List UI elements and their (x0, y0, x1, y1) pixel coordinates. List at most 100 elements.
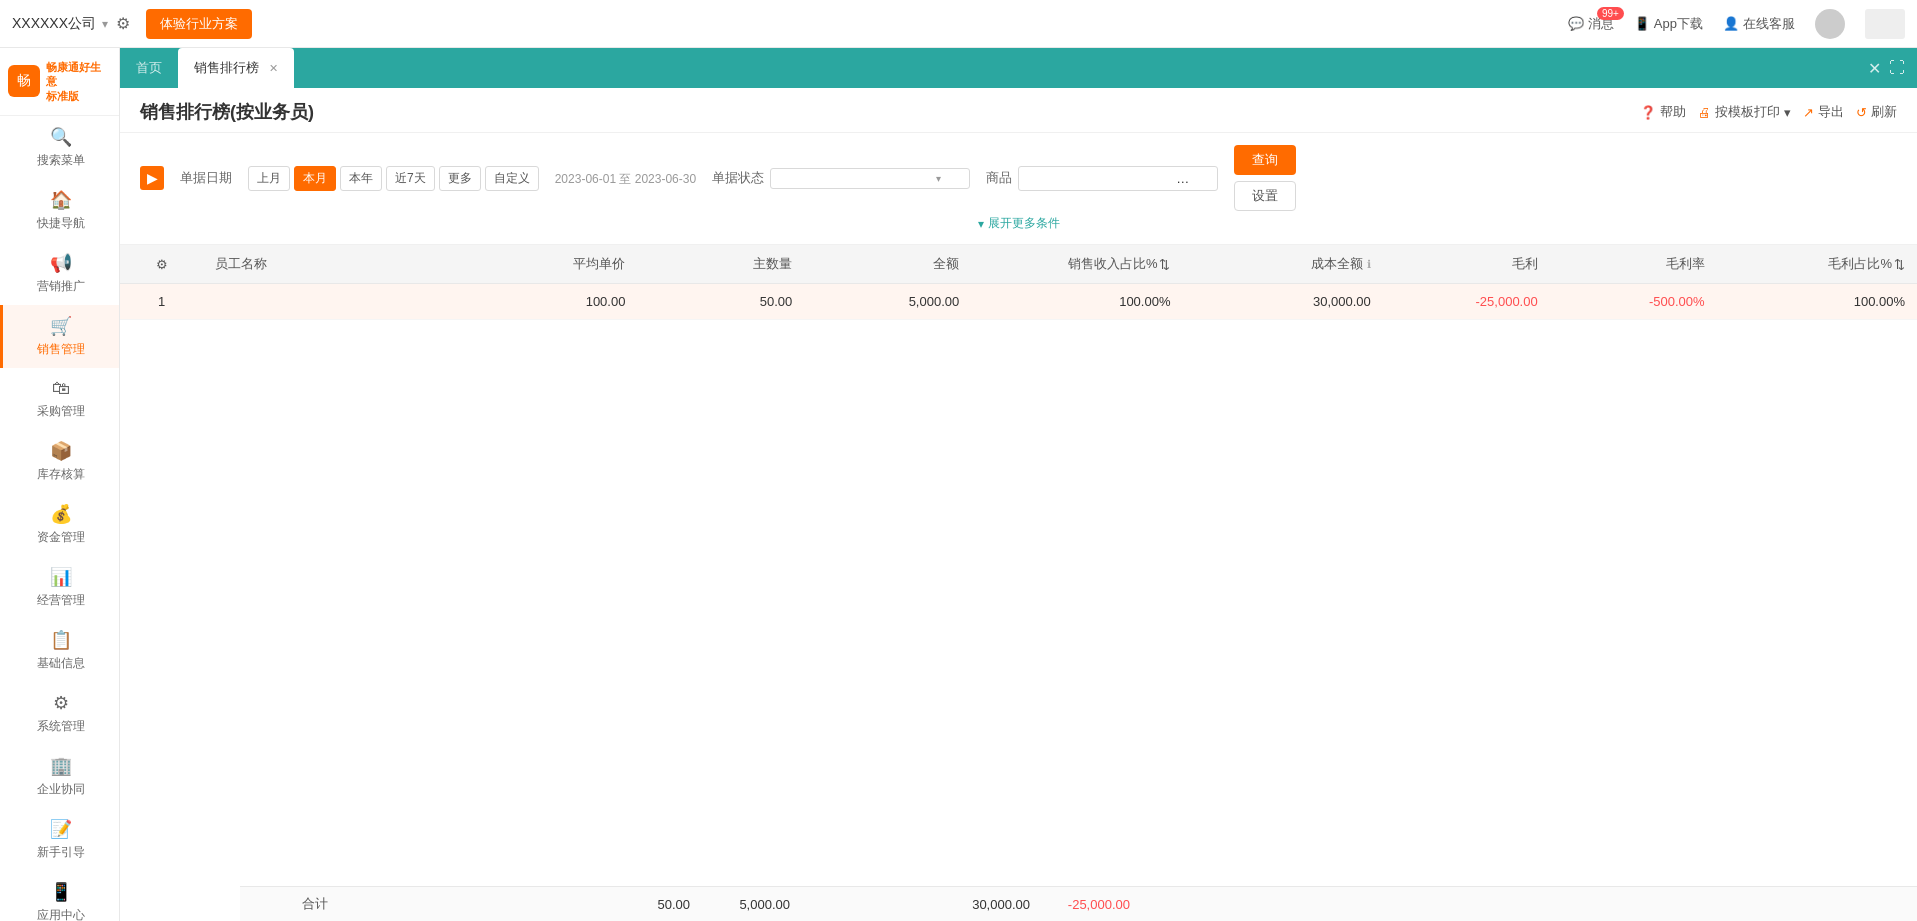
tab-maximize-button[interactable]: ⛶ (1889, 59, 1905, 77)
refresh-button[interactable]: ↺ 刷新 (1856, 103, 1897, 121)
sort-icon: ⇅ (1159, 257, 1170, 272)
page-header: 销售排行榜(按业务员) ❓ 帮助 🖨 按模板打印 ▾ ↗ 导出 (120, 88, 1917, 133)
goods-select[interactable]: … (1018, 166, 1218, 191)
tab-close-icon[interactable]: ✕ (269, 62, 278, 75)
status-label: 单据状态 (712, 169, 764, 187)
expand-more-button[interactable]: ▾ 展开更多条件 (140, 211, 1897, 236)
basicinfo-icon: 📋 (50, 629, 72, 651)
date-btn-custom[interactable]: 自定义 (485, 166, 539, 191)
footer-cost: 30,000.00 (922, 897, 1042, 912)
guide-icon: 📝 (50, 818, 72, 840)
operations-icon: 📊 (50, 566, 72, 588)
logo-icon: 畅 (8, 65, 40, 97)
tab-close-button[interactable]: ✕ (1868, 59, 1881, 78)
settings-button[interactable]: 设置 (1234, 181, 1296, 211)
sales-pct-sort[interactable]: 销售收入占比% ⇅ (1068, 255, 1171, 273)
home-icon: 🏠 (50, 189, 72, 211)
cost-info-icon[interactable]: ℹ (1367, 258, 1371, 270)
refresh-icon: ↺ (1856, 105, 1867, 120)
page-actions: ❓ 帮助 🖨 按模板打印 ▾ ↗ 导出 ↺ 刷新 (1640, 103, 1897, 121)
content-area: 首页 销售排行榜 ✕ ✕ ⛶ 销售排行榜(按业务员) ❓ 帮助 (120, 48, 1917, 921)
app-download-label: App下载 (1654, 15, 1703, 33)
goods-filter: 商品 … (986, 166, 1218, 191)
tab-sales-ranking[interactable]: 销售排行榜 ✕ (178, 48, 294, 88)
th-sales-pct: 销售收入占比% ⇅ (971, 245, 1182, 284)
table-footer: 合计 50.00 5,000.00 30,000.00 -25,000.00 (240, 886, 1917, 921)
sidebar-item-finance[interactable]: 💰 资金管理 (0, 493, 119, 556)
print-icon: 🖨 (1698, 105, 1711, 120)
sidebar-item-quicknav[interactable]: 🏠 快捷导航 (0, 179, 119, 242)
sidebar-item-label: 快捷导航 (37, 215, 85, 232)
settings-icon[interactable]: ⚙ (116, 14, 130, 33)
sidebar-item-label: 新手引导 (37, 844, 85, 861)
marketing-icon: 📢 (50, 252, 72, 274)
query-action-group: 查询 设置 (1234, 145, 1296, 211)
sidebar-item-inventory[interactable]: 📦 库存核算 (0, 430, 119, 493)
th-gross: 毛利 (1383, 245, 1550, 284)
online-service-item[interactable]: 👤 在线客服 (1723, 15, 1795, 33)
company-selector[interactable]: XXXXXX公司 ▾ (12, 15, 108, 33)
app-download-item[interactable]: 📱 App下载 (1634, 15, 1703, 33)
tab-home-label: 首页 (136, 59, 162, 77)
print-button[interactable]: 🖨 按模板打印 ▾ (1698, 103, 1791, 121)
sidebar-item-marketing[interactable]: 📢 营销推广 (0, 242, 119, 305)
finance-icon: 💰 (50, 503, 72, 525)
sidebar-item-operations[interactable]: 📊 经营管理 (0, 556, 119, 619)
cell-sales-pct: 100.00% (971, 284, 1182, 320)
sidebar-item-label: 营销推广 (37, 278, 85, 295)
print-chevron-icon: ▾ (1784, 105, 1791, 120)
sales-table: ⚙ 员工名称 平均单价 主数量 全额 销售收入占比% ⇅ (120, 245, 1917, 320)
sidebar-item-sales[interactable]: 🛒 销售管理 (0, 305, 119, 368)
cell-gross-pct: 100.00% (1717, 284, 1917, 320)
footer-qty: 50.00 (602, 897, 702, 912)
sidebar-logo: 畅 畅康通好生意 标准版 (0, 48, 119, 116)
date-btn-this-month[interactable]: 本月 (294, 166, 336, 191)
cell-qty: 50.00 (637, 284, 804, 320)
cell-cost: 30,000.00 (1182, 284, 1382, 320)
system-icon: ⚙ (53, 692, 69, 714)
sidebar-item-system[interactable]: ⚙ 系统管理 (0, 682, 119, 745)
sidebar-item-appcenter[interactable]: 📱 应用中心 (0, 871, 119, 921)
date-btn-7days[interactable]: 近7天 (386, 166, 435, 191)
sidebar-item-label: 搜索菜单 (37, 152, 85, 169)
sidebar-item-guide[interactable]: 📝 新手引导 (0, 808, 119, 871)
sidebar-item-enterprise[interactable]: 🏢 企业协同 (0, 745, 119, 808)
appcenter-icon: 📱 (50, 881, 72, 903)
th-settings[interactable]: ⚙ (120, 245, 203, 284)
th-name: 员工名称 (203, 245, 470, 284)
table-header-row: ⚙ 员工名称 平均单价 主数量 全额 销售收入占比% ⇅ (120, 245, 1917, 284)
status-select[interactable]: ▾ (770, 168, 970, 189)
message-item[interactable]: 💬 消息 99+ (1568, 15, 1614, 33)
company-name: XXXXXX公司 (12, 15, 96, 33)
date-btn-more[interactable]: 更多 (439, 166, 481, 191)
avatar[interactable] (1815, 9, 1845, 39)
date-btn-last-month[interactable]: 上月 (248, 166, 290, 191)
online-service-label: 在线客服 (1743, 15, 1795, 33)
help-label: 帮助 (1660, 103, 1686, 121)
th-avg-price: 平均单价 (471, 245, 638, 284)
cell-name (203, 284, 470, 320)
user-name-area[interactable] (1865, 9, 1905, 39)
sidebar-item-purchase[interactable]: 🛍 采购管理 (0, 368, 119, 430)
export-label: 导出 (1818, 103, 1844, 121)
trial-button[interactable]: 体验行业方案 (146, 9, 252, 39)
sidebar-item-basicinfo[interactable]: 📋 基础信息 (0, 619, 119, 682)
gross-pct-sort[interactable]: 毛利占比% ⇅ (1828, 255, 1905, 273)
tab-home[interactable]: 首页 (120, 48, 178, 88)
date-btn-this-year[interactable]: 本年 (340, 166, 382, 191)
sidebar-item-label: 采购管理 (37, 403, 85, 420)
print-label: 按模板打印 (1715, 103, 1780, 121)
export-button[interactable]: ↗ 导出 (1803, 103, 1844, 121)
help-button[interactable]: ❓ 帮助 (1640, 103, 1686, 121)
sidebar-item-label: 系统管理 (37, 718, 85, 735)
cell-gross: -25,000.00 (1383, 284, 1550, 320)
sidebar-item-search[interactable]: 🔍 搜索菜单 (0, 116, 119, 179)
expand-icon: ▾ (978, 217, 984, 231)
sidebar-item-label: 应用中心 (37, 907, 85, 921)
query-button[interactable]: 查询 (1234, 145, 1296, 175)
th-cost: 成本全额 ℹ (1182, 245, 1382, 284)
footer-gross: -25,000.00 (1042, 897, 1142, 912)
th-qty: 主数量 (637, 245, 804, 284)
export-icon: ↗ (1803, 105, 1814, 120)
filter-collapse-button[interactable]: ▶ (140, 166, 164, 190)
